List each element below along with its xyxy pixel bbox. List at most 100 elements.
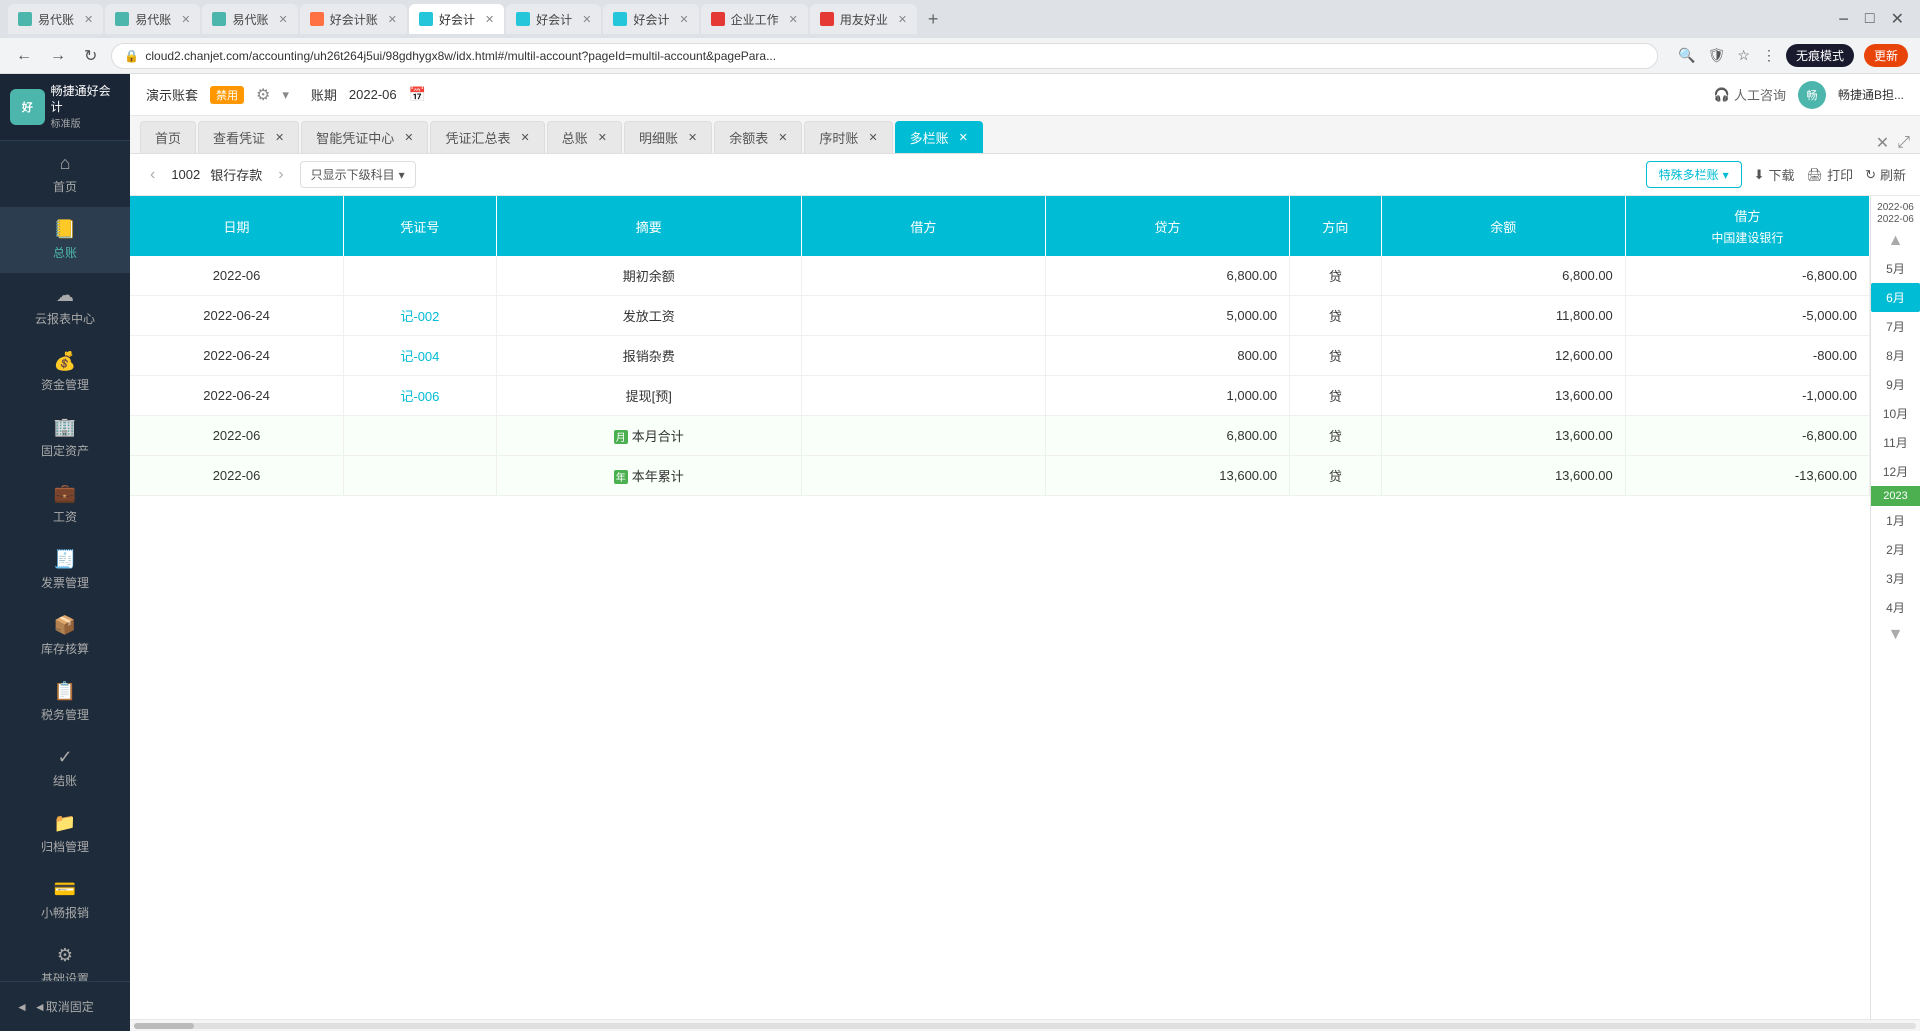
shield-icon[interactable]: 🛡 [1708,47,1726,64]
back-button[interactable]: ← [12,43,36,69]
sidebar-item-fixed-assets[interactable]: 🏢 固定资产 [0,405,130,471]
browser-restore-button[interactable]: □ [1865,10,1875,28]
reload-button[interactable]: ↻ [80,42,101,70]
new-tab-button[interactable]: + [919,5,947,33]
cell-voucher-0 [344,256,497,296]
scrollbar-thumb[interactable] [134,1023,194,1029]
bottom-scrollbar[interactable] [130,1019,1920,1031]
cell-voucher-2[interactable]: 记-004 [344,336,497,376]
tab-smart-voucher-close[interactable]: ✕ [404,131,413,144]
refresh-button[interactable]: ↻ 刷新 [1865,165,1906,184]
tab-close-9[interactable]: ✕ [898,13,907,26]
tab-balance[interactable]: 余额表 ✕ [714,121,802,153]
tab-close-3[interactable]: ✕ [278,13,287,26]
account-settings-icon[interactable]: ⚙ [256,85,270,105]
scrollbar-track[interactable] [134,1023,1916,1029]
expand-panel-icon[interactable]: ⤢ [1897,134,1910,152]
browser-tab-6[interactable]: 好会计 ✕ [506,4,601,34]
tab-detail-ledger-close[interactable]: ✕ [688,131,697,144]
forward-button[interactable]: → [46,43,70,69]
sidebar-item-inventory[interactable]: 📦 库存核算 [0,603,130,669]
cal-month-8[interactable]: 8月 [1871,341,1920,370]
prev-account-button[interactable]: ‹ [144,164,161,186]
cal-month-2023-1[interactable]: 1月 [1871,506,1920,535]
tab-close-8[interactable]: ✕ [789,13,798,26]
tab-voucher-summary[interactable]: 凭证汇总表 ✕ [430,121,544,153]
cal-month-11[interactable]: 11月 [1871,428,1920,457]
special-multi-button[interactable]: 特殊多栏账 ▾ [1646,161,1742,188]
sidebar-item-fund[interactable]: 💰 资金管理 [0,339,130,405]
tab-general-ledger[interactable]: 总账 ✕ [547,121,622,153]
period-dropdown-icon[interactable]: ▾ [282,87,289,103]
update-button[interactable]: 更新 [1864,44,1908,67]
browser-tab-1[interactable]: 易代账 ✕ [8,4,103,34]
tab-close-5[interactable]: ✕ [485,13,494,26]
tab-journal[interactable]: 序时账 ✕ [804,121,892,153]
cal-month-2023-2[interactable]: 2月 [1871,535,1920,564]
cal-month-12[interactable]: 12月 [1871,457,1920,486]
cal-month-5[interactable]: 5月 [1871,254,1920,283]
cell-direction-1: 贷 [1290,296,1382,336]
tab-view-voucher-close[interactable]: ✕ [275,131,284,144]
sidebar-item-expense[interactable]: 💳 小畅报销 [0,867,130,933]
cal-month-9[interactable]: 9月 [1871,370,1920,399]
search-icon[interactable]: 🔍 [1678,47,1695,64]
tab-smart-voucher[interactable]: 智能凭证中心 ✕ [301,121,428,153]
browser-minimize-button[interactable]: − [1838,9,1849,30]
browser-tab-2[interactable]: 易代账 ✕ [105,4,200,34]
tab-balance-close[interactable]: ✕ [778,131,787,144]
address-bar[interactable]: 🔒 cloud2.chanjet.com/accounting/uh26t264… [111,43,1658,69]
tab-multi-column[interactable]: 多栏账 ✕ [895,121,983,153]
wuhen-mode-button[interactable]: 无痕模式 [1786,44,1854,67]
calendar-down-button[interactable]: ▼ [1884,622,1908,648]
cal-month-10[interactable]: 10月 [1871,399,1920,428]
sidebar-item-salary[interactable]: 💼 工资 [0,471,130,537]
tab-view-voucher[interactable]: 查看凭证 ✕ [198,121,299,153]
cal-month-6[interactable]: 6月 [1871,283,1920,312]
browser-tab-3[interactable]: 易代账 ✕ [202,4,297,34]
cell-date-3: 2022-06-24 [130,376,344,416]
tab-detail-ledger[interactable]: 明细账 ✕ [624,121,712,153]
tab-general-ledger-close[interactable]: ✕ [598,131,607,144]
next-account-button[interactable]: › [272,164,289,186]
star-icon[interactable]: ☆ [1737,47,1750,64]
cal-month-7[interactable]: 7月 [1871,312,1920,341]
calendar-up-button[interactable]: ▲ [1884,228,1908,254]
print-button[interactable]: 🖨 打印 [1807,165,1854,184]
tab-label-6: 好会计 [536,11,572,28]
tab-multi-column-close[interactable]: ✕ [959,131,968,144]
collapse-panel-icon[interactable]: ✕ [1876,133,1889,153]
tab-close-6[interactable]: ✕ [582,13,591,26]
sidebar-item-settings[interactable]: ⚙ 基础设置 [0,933,130,981]
tab-close-2[interactable]: ✕ [181,13,190,26]
download-button[interactable]: ⬇ 下载 [1754,165,1795,184]
browser-tab-8[interactable]: 企业工作 ✕ [701,4,808,34]
browser-tab-5[interactable]: 好会计 ✕ [409,4,504,34]
tab-journal-close[interactable]: ✕ [868,131,877,144]
calendar-icon[interactable]: 📅 [409,86,426,103]
sidebar-item-cloud-report[interactable]: ☁ 云报表中心 [0,273,130,339]
filter-sub-accounts-button[interactable]: 只显示下级科目 ▾ [300,161,416,188]
browser-close-button[interactable]: ✕ [1891,9,1904,29]
browser-tab-9[interactable]: 用友好业 ✕ [810,4,917,34]
cell-voucher-3[interactable]: 记-006 [344,376,497,416]
cell-voucher-1[interactable]: 记-002 [344,296,497,336]
consulting-button[interactable]: 🎧 人工咨询 [1714,85,1786,104]
tab-close-4[interactable]: ✕ [388,13,397,26]
browser-tab-7[interactable]: 好会计 ✕ [603,4,698,34]
sidebar-item-general-ledger[interactable]: 📒 总账 [0,207,130,273]
browser-menu-icon[interactable]: ⋮ [1762,47,1776,64]
tab-close-1[interactable]: ✕ [84,13,93,26]
sidebar-item-home[interactable]: ⌂ 首页 [0,141,130,207]
sidebar-item-close-account[interactable]: ✓ 结账 [0,735,130,801]
tab-home[interactable]: 首页 [140,121,196,153]
cal-month-2023-3[interactable]: 3月 [1871,564,1920,593]
unpin-sidebar-button[interactable]: ◄ ◄取消固定 [10,992,120,1021]
cal-month-2023-4[interactable]: 4月 [1871,593,1920,622]
tab-voucher-summary-close[interactable]: ✕ [521,131,530,144]
tab-close-7[interactable]: ✕ [679,13,688,26]
sidebar-item-tax[interactable]: 📋 税务管理 [0,669,130,735]
sidebar-item-invoice[interactable]: 🧾 发票管理 [0,537,130,603]
sidebar-item-archive[interactable]: 📁 归档管理 [0,801,130,867]
browser-tab-4[interactable]: 好会计账 ✕ [300,4,407,34]
